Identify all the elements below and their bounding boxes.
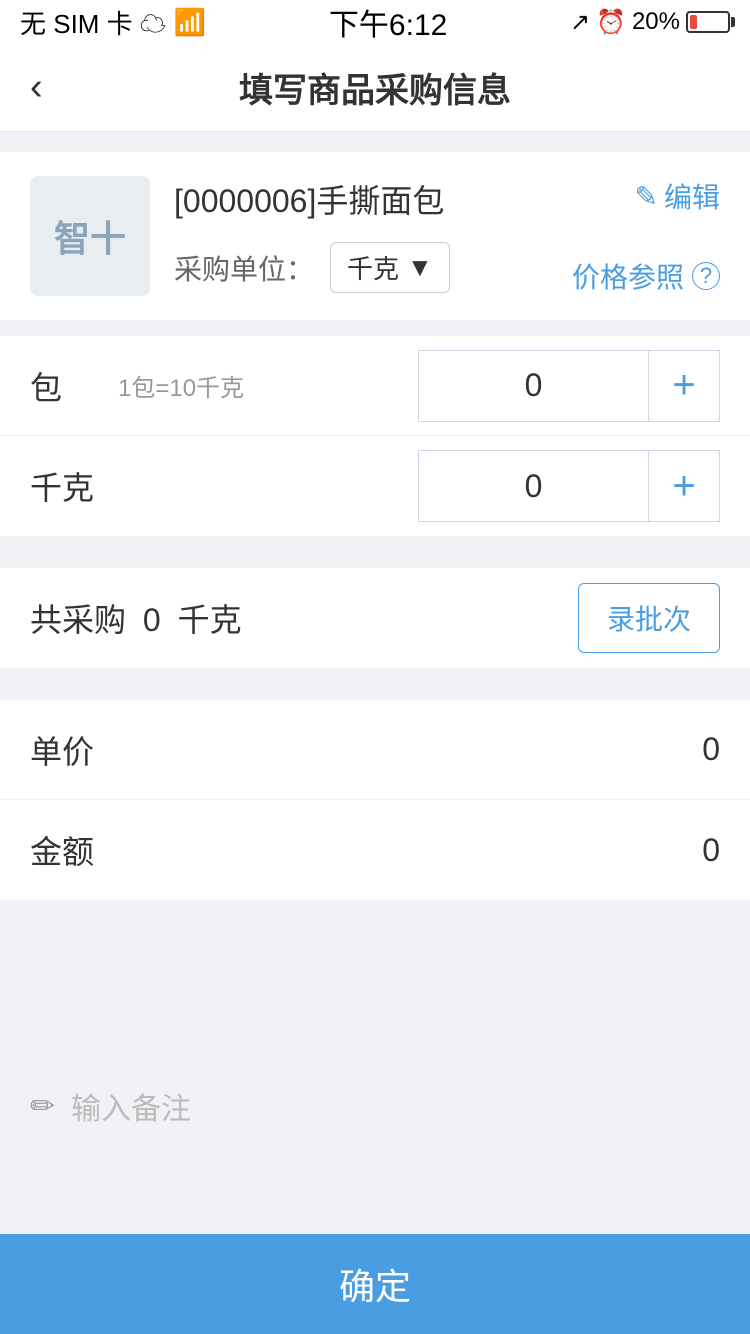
product-logo: 智十 (54, 210, 126, 262)
battery-percent: 20% (632, 8, 680, 36)
divider-3 (0, 668, 750, 684)
bag-input-wrapper: + (418, 350, 720, 422)
note-placeholder: 输入备注 (71, 1084, 191, 1128)
product-thumbnail: 智十 (30, 176, 150, 296)
edit-icon: ✎ (635, 180, 658, 213)
quantity-section: 包 1包=10千克 + 千克 + (0, 336, 750, 536)
product-card: 智十 [0000006]手撕面包 采购单位： 千克 ▼ ✎ 编辑 价格参照 ? (0, 152, 750, 320)
status-left: 无 SIM 卡 ☁ 📶 (20, 4, 206, 41)
bag-input[interactable] (418, 350, 648, 422)
kg-label: 千克 (30, 463, 110, 509)
location-icon: ↗ (570, 8, 590, 37)
edit-button[interactable]: ✎ 编辑 (635, 176, 720, 216)
amount-label: 金额 (30, 827, 94, 873)
alarm-icon: ⏰ (596, 8, 626, 37)
amount-row: 金额 0 (0, 800, 750, 900)
status-right: ↗ ⏰ 20% (570, 8, 730, 37)
status-time: 下午6:12 (329, 0, 447, 44)
divider-1 (0, 320, 750, 336)
divider-2 (0, 536, 750, 552)
back-button[interactable]: ‹ (30, 66, 43, 109)
confirm-button[interactable]: 确定 (0, 1234, 750, 1334)
sim-status: 无 SIM 卡 ☁ (20, 4, 166, 41)
amount-value: 0 (702, 832, 720, 869)
unit-price-row: 单价 0 (0, 700, 750, 800)
battery-icon (686, 11, 730, 33)
unit-price-value: 0 (702, 731, 720, 768)
bag-plus-button[interactable]: + (648, 350, 720, 422)
wifi-icon: 📶 (174, 7, 206, 38)
info-icon: ? (692, 262, 720, 290)
summary-text: 共采购 0 千克 (30, 595, 242, 641)
kg-plus-button[interactable]: + (648, 450, 720, 522)
edit-label: 编辑 (664, 176, 720, 216)
summary-row: 共采购 0 千克 录批次 (0, 568, 750, 668)
price-section: 单价 0 金额 0 (0, 700, 750, 900)
dropdown-icon: ▼ (407, 252, 433, 283)
price-ref-label: 价格参照 (572, 256, 684, 296)
input-row-kg: 千克 + (0, 436, 750, 536)
summary-unit: 千克 (178, 602, 242, 638)
bag-sublabel: 1包=10千克 (118, 368, 244, 403)
unit-value: 千克 (347, 249, 399, 286)
input-row-bag: 包 1包=10千克 + (0, 336, 750, 436)
status-bar: 无 SIM 卡 ☁ 📶 下午6:12 ↗ ⏰ 20% (0, 0, 750, 44)
batch-button[interactable]: 录批次 (578, 583, 720, 653)
unit-price-label: 单价 (30, 727, 94, 773)
summary-prefix: 共采购 (30, 602, 126, 638)
page-title: 填写商品采购信息 (239, 63, 511, 112)
unit-select[interactable]: 千克 ▼ (330, 242, 450, 293)
purchase-unit-label: 采购单位： (174, 248, 314, 288)
note-icon: ✏ (30, 1089, 55, 1124)
nav-bar: ‹ 填写商品采购信息 (0, 44, 750, 132)
bag-label: 包 (30, 363, 110, 409)
kg-input-wrapper: + (418, 450, 720, 522)
price-ref-button[interactable]: 价格参照 ? (572, 256, 720, 296)
battery-fill (690, 15, 697, 29)
kg-input[interactable] (418, 450, 648, 522)
summary-section: 共采购 0 千克 录批次 (0, 568, 750, 668)
summary-value: 0 (143, 602, 161, 638)
